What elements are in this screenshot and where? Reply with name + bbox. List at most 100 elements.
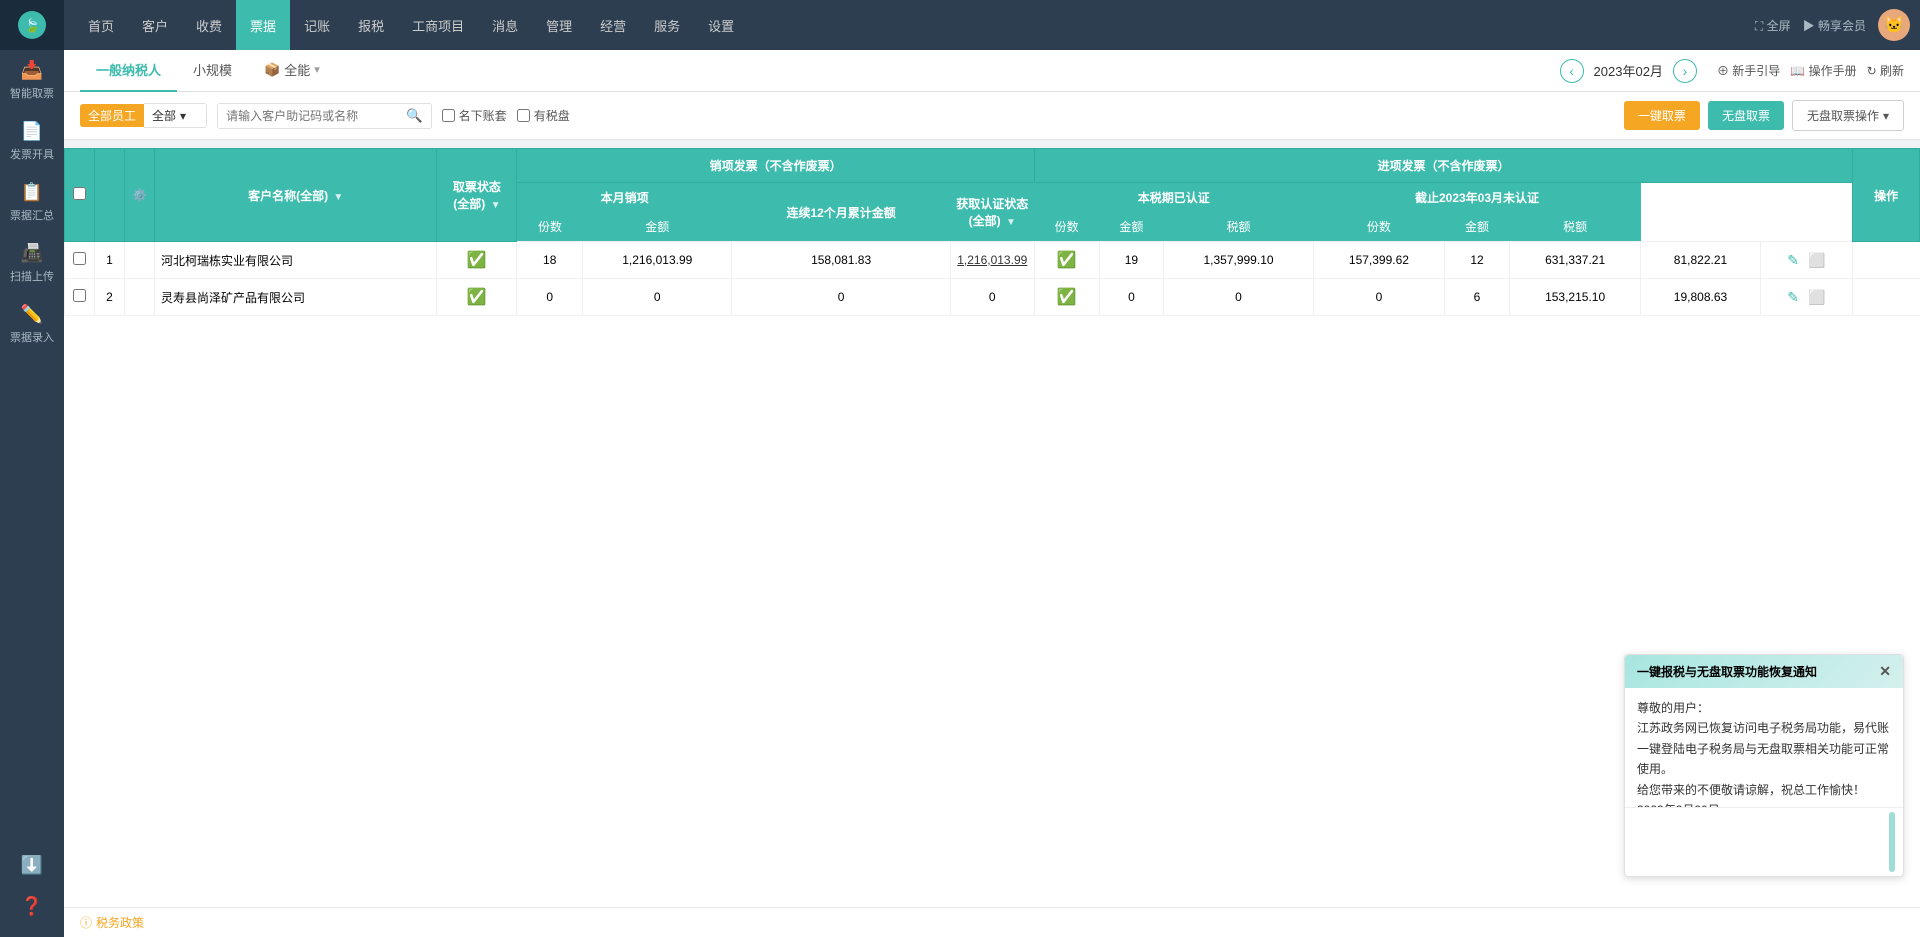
sidebar-item-issue-invoice[interactable]: 📄 发票开具 xyxy=(0,111,64,172)
one-click-fetch-button[interactable]: 一键取票 xyxy=(1624,101,1700,130)
notification-header: 一键报税与无盘取票功能恢复通知 ✕ xyxy=(1625,655,1903,688)
search-input[interactable] xyxy=(218,105,398,127)
user-avatar[interactable]: 🐱 xyxy=(1878,9,1910,41)
th-until-uncertified: 截止2023年03月未认证 xyxy=(1313,183,1641,213)
employee-filter: 全部员工 全部 ▾ xyxy=(80,103,207,128)
notification-close-button[interactable]: ✕ xyxy=(1879,663,1891,680)
nav-bookkeeping[interactable]: 记账 xyxy=(290,0,344,50)
select-all-checkbox[interactable] xyxy=(73,187,86,200)
manual-button[interactable]: 📖 操作手册 xyxy=(1790,62,1856,79)
subtab-general-taxpayer[interactable]: 一般纳税人 xyxy=(80,50,177,92)
row-num: 2 xyxy=(95,279,125,316)
sidebar-item-data-entry[interactable]: ✏️ 票据录入 xyxy=(0,294,64,355)
employee-dropdown[interactable]: 全部 ▾ xyxy=(144,103,207,128)
toolbar: 全部员工 全部 ▾ 🔍 名下账套 有税盘 一键取票 无盘取票 xyxy=(64,92,1920,140)
row-edit-button[interactable]: ✎ xyxy=(1787,252,1799,268)
subtabs-bar: 一般纳税人 小规模 📦 全能 ▾ ‹ 2023年02月 › ⊕ 新手引导 📖 操… xyxy=(64,50,1920,92)
sidebar-item-data-entry-label: 票据录入 xyxy=(10,329,54,345)
search-box: 🔍 xyxy=(217,103,432,129)
th-this-period-certified: 本税期已认证 xyxy=(1034,183,1313,213)
search-button[interactable]: 🔍 xyxy=(398,104,431,128)
period-navigation: ‹ 2023年02月 › xyxy=(1560,59,1697,83)
sidebar-item-invoice-summary[interactable]: 📋 票据汇总 xyxy=(0,172,64,233)
scan-upload-icon: 📠 xyxy=(21,243,43,264)
row-uncert-amount: 631,337.21 xyxy=(1509,242,1640,279)
nav-customer[interactable]: 客户 xyxy=(128,0,182,50)
nav-invoice[interactable]: 票据 xyxy=(236,0,290,50)
nav-tax[interactable]: 报税 xyxy=(344,0,398,50)
row-sales-count: 0 xyxy=(517,279,583,316)
sidebar-item-help[interactable]: ❓ xyxy=(0,886,64,927)
checkbox-account-label[interactable]: 名下账套 xyxy=(442,107,507,124)
row-fetch-status: ✅ xyxy=(437,242,517,279)
th-sales-amount: 金额 xyxy=(583,212,732,242)
no-disk-ops-button[interactable]: 无盘取票操作 ▾ xyxy=(1792,100,1904,131)
smart-fetch-icon: 📥 xyxy=(21,60,43,81)
row-cert-status: ✅ xyxy=(1034,242,1099,279)
checkbox-taxdisk-label[interactable]: 有税盘 xyxy=(517,107,570,124)
nav-service[interactable]: 服务 xyxy=(640,0,694,50)
th-checkbox xyxy=(65,149,95,242)
no-disk-fetch-button[interactable]: 无盘取票 xyxy=(1708,101,1784,130)
nav-business[interactable]: 工商项目 xyxy=(398,0,478,50)
row-purchase-tax: 0 xyxy=(1313,279,1444,316)
row-cumulative[interactable]: 1,216,013.99 xyxy=(950,242,1034,279)
sidebar-item-smart-fetch-label: 智能取票 xyxy=(10,85,54,101)
subtab-small-scale[interactable]: 小规模 xyxy=(177,50,248,92)
help-icon: ❓ xyxy=(21,896,43,917)
row-actions: ✎ ⬜ xyxy=(1760,242,1853,279)
th-uncert-amount: 金额 xyxy=(1445,212,1510,242)
all-cabinet-icon: 📦 xyxy=(264,62,280,78)
row-copy-button[interactable]: ⬜ xyxy=(1808,252,1825,268)
invoice-table: ⚙️ 客户名称(全部) ▼ 取票状态(全部) ▼ 销项发票（不含作废票） 进项发… xyxy=(64,148,1920,316)
new-guide-button[interactable]: ⊕ 新手引导 xyxy=(1717,62,1780,79)
th-cert-status: 获取认证状态(全部) ▼ xyxy=(950,183,1034,242)
row-edit-button[interactable]: ✎ xyxy=(1787,289,1799,305)
checkbox-taxdisk[interactable] xyxy=(517,109,530,122)
sidebar-item-download[interactable]: ⬇️ xyxy=(0,845,64,886)
nav-management[interactable]: 管理 xyxy=(532,0,586,50)
row-purchase-count: 19 xyxy=(1099,242,1164,279)
member-button[interactable]: ▶ 畅享会员 xyxy=(1803,17,1866,34)
table-row: 2 灵寿县尚泽矿产品有限公司 ✅ 0 0 0 0 ✅ 0 0 0 6 153,2… xyxy=(65,279,1920,316)
period-next-button[interactable]: › xyxy=(1673,59,1697,83)
row-sales-count: 18 xyxy=(517,242,583,279)
scroll-thumb xyxy=(1889,812,1895,872)
th-customer-name: 客户名称(全部) ▼ xyxy=(155,149,437,242)
sidebar-item-smart-fetch[interactable]: 📥 智能取票 xyxy=(0,50,64,111)
nav-home[interactable]: 首页 xyxy=(74,0,128,50)
th-action: 操作 xyxy=(1853,149,1920,242)
notification-popup: 一键报税与无盘取票功能恢复通知 ✕ 尊敬的用户： 江苏政务网已恢复访问电子税务局… xyxy=(1624,654,1904,877)
row-sales-amount: 0 xyxy=(583,279,732,316)
tax-policy-icon: ⓘ xyxy=(80,914,92,931)
row-copy-button[interactable]: ⬜ xyxy=(1808,289,1825,305)
sidebar-item-issue-invoice-label: 发票开具 xyxy=(10,146,54,162)
chevron-down-icon: ▾ xyxy=(314,63,320,76)
table-row: 1 河北柯瑞栋实业有限公司 ✅ 18 1,216,013.99 158,081.… xyxy=(65,242,1920,279)
refresh-button[interactable]: ↻ 刷新 xyxy=(1867,62,1904,79)
row-customer-name: 河北柯瑞栋实业有限公司 xyxy=(155,242,437,279)
row-cert-status: ✅ xyxy=(1034,279,1099,316)
fullscreen-button[interactable]: ⛶ 全屏 xyxy=(1755,17,1791,34)
th-sales-invoice-group: 销项发票（不含作废票） xyxy=(517,149,1034,183)
nav-settings[interactable]: 设置 xyxy=(694,0,748,50)
th-purchase-invoice-group: 进项发票（不含作废票） xyxy=(1034,149,1853,183)
ops-chevron-icon: ▾ xyxy=(1883,109,1889,123)
th-fetch-status: 取票状态(全部) ▼ xyxy=(437,149,517,242)
row-purchase-amount: 0 xyxy=(1164,279,1313,316)
tax-policy-link[interactable]: 税务政策 xyxy=(96,914,144,931)
row-checkbox[interactable] xyxy=(65,279,95,316)
row-checkbox[interactable] xyxy=(65,242,95,279)
nav-operation[interactable]: 经营 xyxy=(586,0,640,50)
sidebar-item-scan-upload[interactable]: 📠 扫描上传 xyxy=(0,233,64,294)
th-monthly-sales: 本月销项 xyxy=(517,183,732,213)
row-customer-name: 灵寿县尚泽矿产品有限公司 xyxy=(155,279,437,316)
notification-title: 一键报税与无盘取票功能恢复通知 xyxy=(1637,663,1817,680)
checkbox-account[interactable] xyxy=(442,109,455,122)
nav-message[interactable]: 消息 xyxy=(478,0,532,50)
th-settings: ⚙️ xyxy=(125,149,155,242)
nav-billing[interactable]: 收费 xyxy=(182,0,236,50)
subtab-all-cabinet[interactable]: 📦 全能 ▾ xyxy=(248,50,336,92)
row-purchase-amount: 1,357,999.10 xyxy=(1164,242,1313,279)
period-prev-button[interactable]: ‹ xyxy=(1560,59,1584,83)
